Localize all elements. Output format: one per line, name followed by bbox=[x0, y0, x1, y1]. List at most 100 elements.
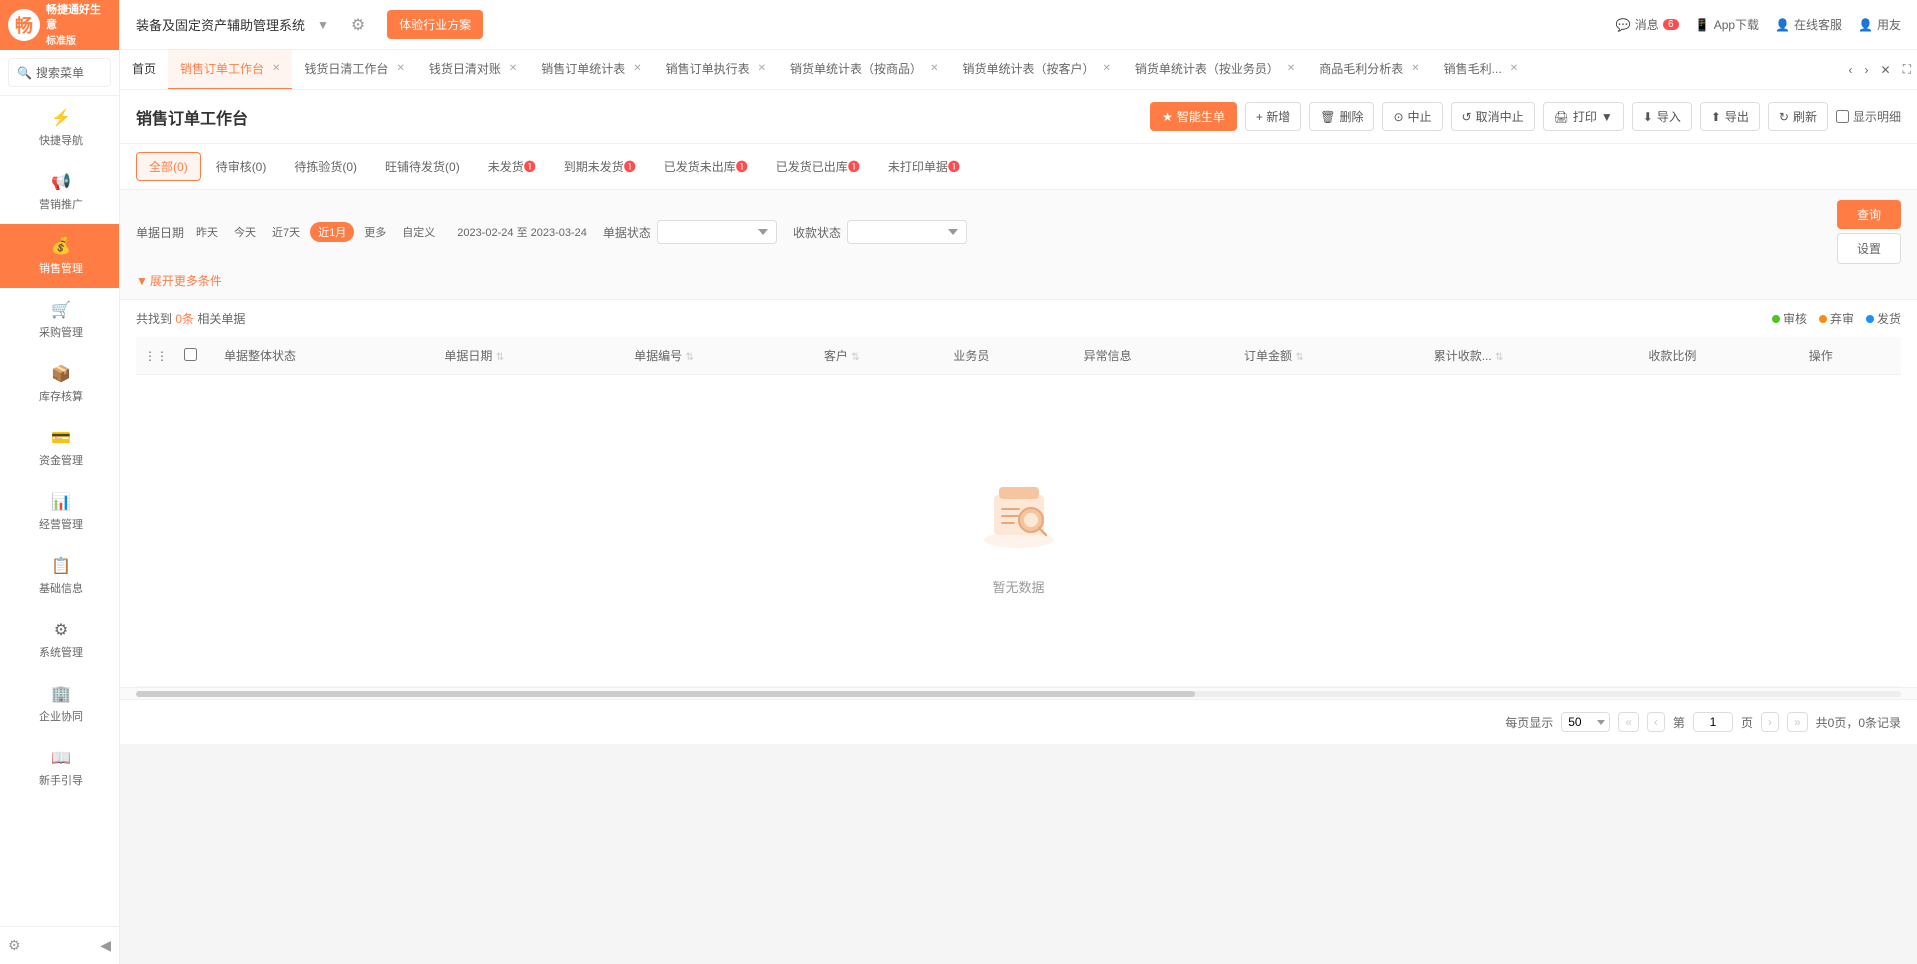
export-button[interactable]: ⬆ 导出 bbox=[1700, 102, 1760, 131]
tab-next-button[interactable]: › bbox=[1859, 59, 1875, 81]
tab-close-all-button[interactable]: ✕ bbox=[1875, 59, 1897, 81]
filter-tab-wangpu[interactable]: 旺铺待发货(0) bbox=[372, 152, 473, 181]
settings-button[interactable]: ⚙ bbox=[8, 937, 21, 954]
app-download-action[interactable]: 📱 App下载 bbox=[1695, 16, 1759, 33]
new-button[interactable]: + 新增 bbox=[1245, 102, 1301, 131]
customer-sort-icon[interactable]: ⇅ bbox=[851, 352, 859, 363]
tab-sales-stat-close[interactable]: ✕ bbox=[633, 63, 641, 74]
sidebar-item-system[interactable]: ⚙ 系统管理 bbox=[0, 608, 119, 672]
sidebar-item-inventory[interactable]: 📦 库存核算 bbox=[0, 352, 119, 416]
filter-tab-not-printed[interactable]: 未打印单据❶ bbox=[875, 152, 973, 181]
status-select[interactable] bbox=[657, 220, 777, 244]
scrollbar-thumb[interactable] bbox=[136, 691, 1195, 697]
date-7days-btn[interactable]: 近7天 bbox=[266, 222, 306, 242]
collapse-button[interactable]: ◀ bbox=[100, 937, 111, 954]
col-number[interactable]: 单据编号 ⇅ bbox=[626, 337, 816, 375]
filter-tab-all[interactable]: 全部(0) bbox=[136, 152, 201, 181]
sidebar-item-sales[interactable]: 💰 销售管理 bbox=[0, 224, 119, 288]
filter-tab-expired-not-shipped[interactable]: 到期未发货❶ bbox=[551, 152, 649, 181]
filter-tab-pending-review[interactable]: 待审核(0) bbox=[203, 152, 280, 181]
tab-sales-exec[interactable]: 销售订单执行表 ✕ bbox=[654, 50, 778, 90]
payment-select[interactable] bbox=[847, 220, 967, 244]
print-button[interactable]: 🖨 打印 ▼ bbox=[1543, 102, 1624, 131]
date-more-btn[interactable]: 更多 bbox=[358, 222, 392, 242]
tab-fullscreen-button[interactable]: ⛶ bbox=[1897, 58, 1917, 81]
tab-sales-order[interactable]: 销售订单工作台 ✕ bbox=[168, 50, 292, 90]
tab-sales-order-close[interactable]: ✕ bbox=[272, 63, 280, 74]
tab-sale-stat-customer-close[interactable]: ✕ bbox=[1102, 63, 1110, 74]
date-yesterday-btn[interactable]: 昨天 bbox=[190, 222, 224, 242]
stop-button[interactable]: ⊙ 中止 bbox=[1382, 102, 1442, 131]
batch-cancel-btn[interactable]: 弃审 bbox=[1819, 310, 1854, 327]
received-sort-icon[interactable]: ⇅ bbox=[1495, 352, 1503, 363]
tab-sales-exec-close[interactable]: ✕ bbox=[758, 63, 766, 74]
service-action[interactable]: 👤 在线客服 bbox=[1775, 16, 1842, 33]
sidebar-item-guide[interactable]: 📖 新手引导 bbox=[0, 736, 119, 800]
tab-cash-daily-close[interactable]: ✕ bbox=[396, 63, 404, 74]
tab-cash-daily[interactable]: 钱货日清工作台 ✕ bbox=[292, 50, 416, 90]
tab-sales-more[interactable]: 销售毛利... ✕ bbox=[1432, 50, 1530, 90]
show-detail-checkbox[interactable] bbox=[1836, 110, 1849, 123]
tab-home[interactable]: 首页 bbox=[120, 50, 168, 90]
set-button[interactable]: 设置 bbox=[1837, 233, 1901, 264]
date-1month-btn[interactable]: 近1月 bbox=[310, 222, 354, 242]
date-today-btn[interactable]: 今天 bbox=[228, 222, 262, 242]
tab-sales-stat[interactable]: 销售订单统计表 ✕ bbox=[529, 50, 653, 90]
tab-gross-profit[interactable]: 商品毛利分析表 ✕ bbox=[1307, 50, 1431, 90]
filter-tab-shipped-not-storage[interactable]: 已发货未出库❶ bbox=[651, 152, 761, 181]
select-all-checkbox[interactable] bbox=[184, 348, 197, 361]
show-detail-toggle[interactable]: 显示明细 bbox=[1836, 108, 1901, 125]
page-size-select[interactable]: 50 20 100 bbox=[1561, 712, 1610, 732]
smart-generate-button[interactable]: ★ 智能生单 bbox=[1150, 102, 1237, 131]
cancel-stop-button[interactable]: ↺ 取消中止 bbox=[1451, 102, 1535, 131]
refresh-button[interactable]: ↻ 刷新 bbox=[1768, 102, 1828, 131]
search-menu-button[interactable]: 🔍 搜索菜单 bbox=[8, 58, 111, 87]
col-date[interactable]: 单据日期 ⇅ bbox=[436, 337, 626, 375]
sidebar-item-enterprise[interactable]: 🏢 企业协同 bbox=[0, 672, 119, 736]
date-sort-icon[interactable]: ⇅ bbox=[496, 352, 504, 363]
next-page-button[interactable]: › bbox=[1761, 712, 1779, 732]
tab-cash-reconcile-close[interactable]: ✕ bbox=[509, 63, 517, 74]
user-action[interactable]: 👤 用友 bbox=[1858, 16, 1901, 33]
topbar-dropdown-icon[interactable]: ▼ bbox=[317, 18, 329, 32]
filter-tab-shipped-storage[interactable]: 已发货已出库❶ bbox=[763, 152, 873, 181]
expand-button[interactable]: ▼ 展开更多条件 bbox=[136, 272, 1901, 289]
settings-gear-button[interactable]: ⚙ bbox=[341, 10, 375, 40]
tab-sale-stat-product[interactable]: 销货单统计表（按商品） ✕ bbox=[778, 50, 950, 90]
query-button[interactable]: 查询 bbox=[1837, 200, 1901, 229]
sidebar-item-finance[interactable]: 💳 资金管理 bbox=[0, 416, 119, 480]
sidebar-item-quick[interactable]: ⚡ 快捷导航 bbox=[0, 96, 119, 160]
tab-sale-stat-staff-close[interactable]: ✕ bbox=[1287, 63, 1295, 74]
batch-audit-btn[interactable]: 审核 bbox=[1772, 310, 1807, 327]
tab-sale-stat-customer[interactable]: 销货单统计表（按客户） ✕ bbox=[950, 50, 1122, 90]
col-amount[interactable]: 订单金额 ⇅ bbox=[1236, 337, 1426, 375]
sidebar-item-operation[interactable]: 📊 经营管理 bbox=[0, 480, 119, 544]
col-received[interactable]: 累计收款... ⇅ bbox=[1426, 337, 1641, 375]
horizontal-scrollbar[interactable] bbox=[120, 687, 1917, 699]
date-custom-btn[interactable]: 自定义 bbox=[396, 222, 441, 242]
prev-page-button[interactable]: ‹ bbox=[1647, 712, 1665, 732]
tab-gross-profit-close[interactable]: ✕ bbox=[1411, 63, 1419, 74]
sidebar-item-basic[interactable]: 📋 基础信息 bbox=[0, 544, 119, 608]
filter-tab-not-shipped[interactable]: 未发货❶ bbox=[475, 152, 549, 181]
batch-ship-btn[interactable]: 发货 bbox=[1866, 310, 1901, 327]
filter-tab-pending-inspect[interactable]: 待拣验货(0) bbox=[281, 152, 370, 181]
tab-sale-stat-staff[interactable]: 销货单统计表（按业务员） ✕ bbox=[1123, 50, 1307, 90]
delete-button[interactable]: 🗑 删除 bbox=[1309, 102, 1374, 131]
number-sort-icon[interactable]: ⇅ bbox=[685, 352, 693, 363]
tab-cash-reconcile[interactable]: 钱货日清对账 ✕ bbox=[417, 50, 529, 90]
checkbox-col-header[interactable] bbox=[176, 337, 216, 375]
sidebar-item-marketing[interactable]: 📢 营销推广 bbox=[0, 160, 119, 224]
last-page-button[interactable]: » bbox=[1787, 712, 1808, 732]
tab-prev-button[interactable]: ‹ bbox=[1843, 59, 1859, 81]
tab-sale-stat-product-close[interactable]: ✕ bbox=[930, 63, 938, 74]
import-button[interactable]: ⬇ 导入 bbox=[1632, 102, 1692, 131]
col-customer[interactable]: 客户 ⇅ bbox=[816, 337, 946, 375]
sidebar-item-purchase[interactable]: 🛒 采购管理 bbox=[0, 288, 119, 352]
tab-sales-more-close[interactable]: ✕ bbox=[1510, 63, 1518, 74]
page-number-input[interactable] bbox=[1693, 712, 1733, 732]
message-action[interactable]: 💬 消息 6 bbox=[1616, 16, 1679, 33]
first-page-button[interactable]: « bbox=[1618, 712, 1639, 732]
industry-btn[interactable]: 体验行业方案 bbox=[387, 10, 483, 39]
amount-sort-icon[interactable]: ⇅ bbox=[1295, 352, 1303, 363]
